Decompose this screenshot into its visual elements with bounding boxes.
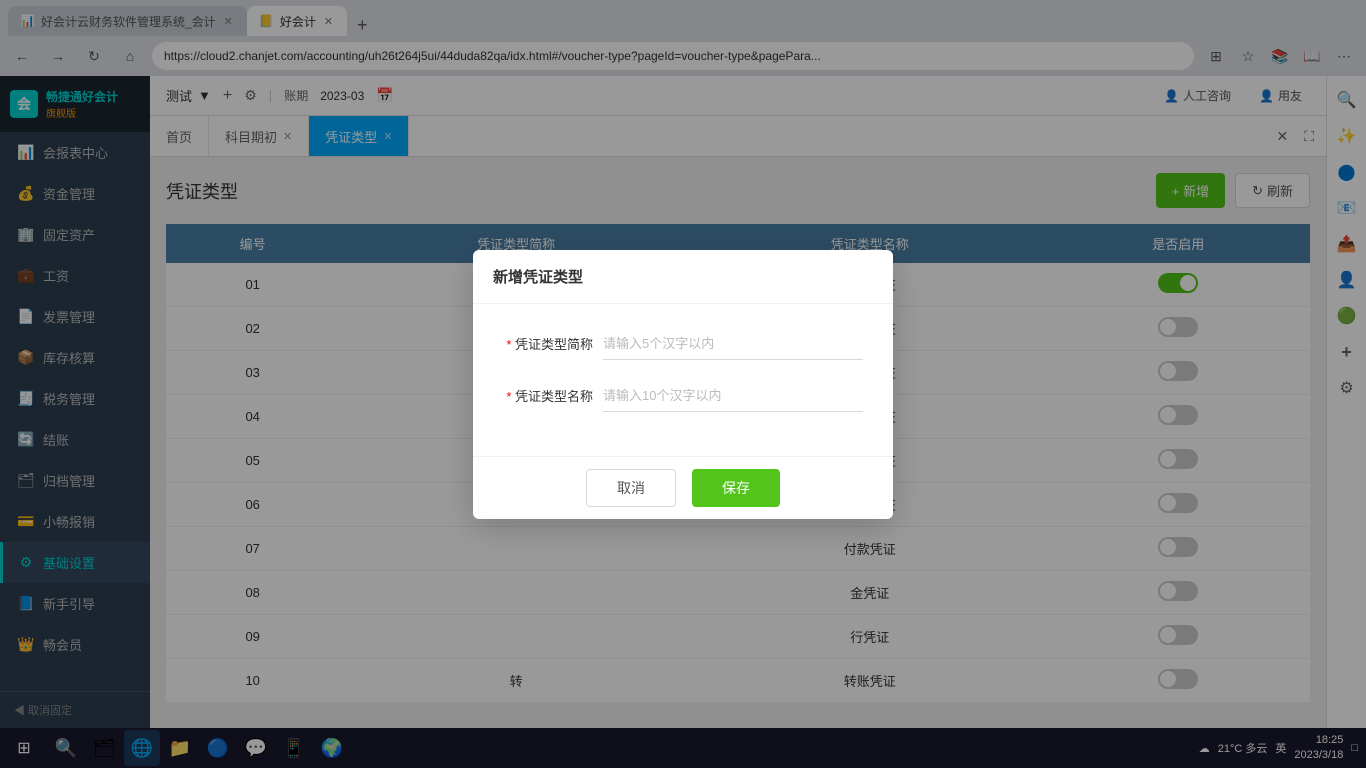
modal-header: 新增凭证类型 [473, 250, 893, 304]
modal-footer: 取消 保存 [473, 456, 893, 519]
form-item-name: 凭证类型名称 [503, 380, 863, 412]
abbr-input[interactable] [603, 328, 863, 360]
modal-body: 凭证类型简称 凭证类型名称 [473, 304, 893, 456]
add-voucher-type-modal: 新增凭证类型 凭证类型简称 凭证类型名称 取消 保存 [473, 250, 893, 519]
abbr-label: 凭证类型简称 [503, 334, 603, 353]
form-item-abbr: 凭证类型简称 [503, 328, 863, 360]
save-button[interactable]: 保存 [692, 469, 780, 507]
name-label: 凭证类型名称 [503, 386, 603, 405]
cancel-button[interactable]: 取消 [586, 469, 676, 507]
modal-title: 新增凭证类型 [493, 266, 583, 287]
name-input[interactable] [603, 380, 863, 412]
modal-overlay[interactable]: 新增凭证类型 凭证类型简称 凭证类型名称 取消 保存 [0, 0, 1366, 768]
